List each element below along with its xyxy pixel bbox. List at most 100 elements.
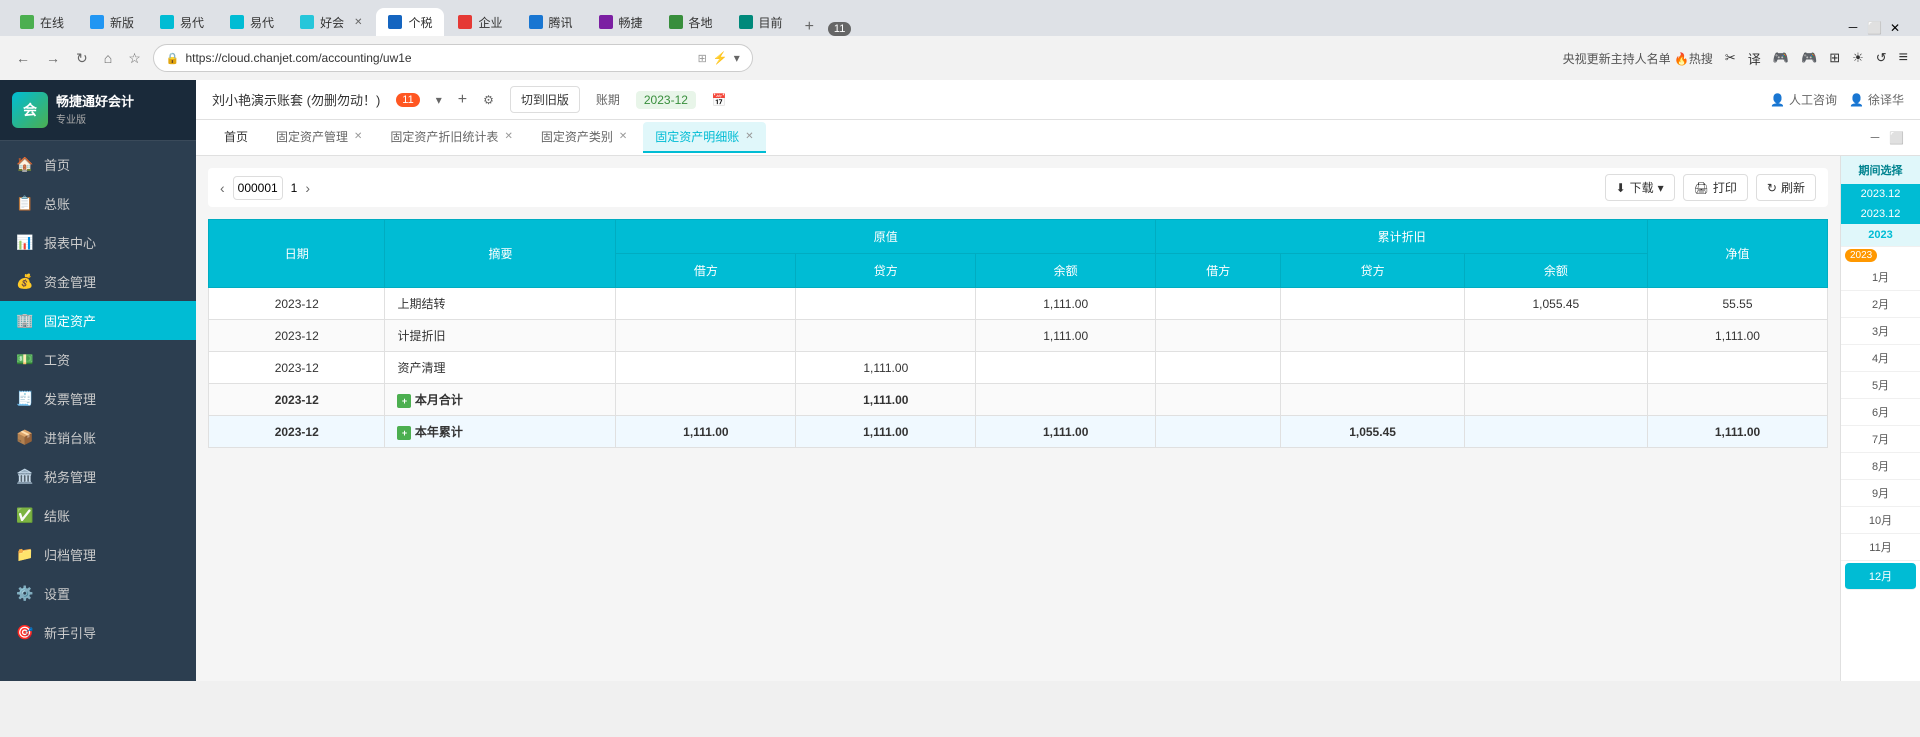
tab-fixed-detail-close-icon[interactable]: ✕ <box>745 131 753 142</box>
browser-tab-qiye[interactable]: 企业 <box>446 8 514 36</box>
address-input[interactable]: 🔒 https://cloud.chanjet.com/accounting/u… <box>153 44 753 72</box>
row-orig-balance <box>976 352 1156 384</box>
home-button[interactable]: ⌂ <box>100 46 116 70</box>
period-selected-2[interactable]: 2023.12 <box>1841 204 1920 224</box>
settings-icon: ⚙️ <box>16 585 34 602</box>
sidebar-item-settings[interactable]: ⚙️ 设置 <box>0 574 196 613</box>
print-label: 打印 <box>1713 179 1737 196</box>
game-icon[interactable]: 🎮 <box>1801 50 1817 66</box>
restore-icon[interactable]: ⬜ <box>1867 21 1882 35</box>
brightness-icon[interactable]: ☀ <box>1852 50 1864 66</box>
sidebar-item-checkout[interactable]: ✅ 结账 <box>0 496 196 535</box>
period-month-9[interactable]: 9月 <box>1841 480 1920 507</box>
new-tab-button[interactable]: + <box>797 18 822 36</box>
period-month-2[interactable]: 2月 <box>1841 291 1920 318</box>
browser-tab-changjie[interactable]: 畅捷 <box>587 8 655 36</box>
back-button[interactable]: ← <box>12 46 34 70</box>
grid-icon[interactable]: ⊞ <box>1829 50 1840 66</box>
dropdown-icon[interactable]: ▾ <box>734 51 740 65</box>
tab-home[interactable]: 首页 <box>212 122 260 153</box>
tab-fixed-cat[interactable]: 固定资产类别 ✕ <box>529 122 639 153</box>
row-orig-balance: 1,111.00 <box>976 288 1156 320</box>
sidebar-item-guide[interactable]: 🎯 新手引导 <box>0 613 196 652</box>
period-month-6[interactable]: 6月 <box>1841 399 1920 426</box>
extension-icon[interactable]: 🎮 <box>1773 50 1789 66</box>
undo-icon[interactable]: ↺ <box>1876 50 1887 66</box>
page-number-input[interactable] <box>233 176 283 200</box>
browser-tab-gedi[interactable]: 各地 <box>657 8 725 36</box>
dropdown-arrow[interactable]: ▾ <box>436 93 442 107</box>
period-month-5[interactable]: 5月 <box>1841 372 1920 399</box>
sidebar-item-invoice[interactable]: 🧾 发票管理 <box>0 379 196 418</box>
minimize-tab-icon[interactable]: － <box>1869 129 1881 146</box>
main-area: 刘小艳演示账套 (勿删勿动！) 11 ▾ + ⚙ 切到旧版 账期 2023-12… <box>196 80 1920 681</box>
add-button[interactable]: + <box>458 91 467 109</box>
period-month-12[interactable]: 12月 <box>1845 563 1916 590</box>
sidebar-item-archive[interactable]: 📁 归档管理 <box>0 535 196 574</box>
col-orig-credit: 贷方 <box>796 254 976 288</box>
tab-fixed-cat-close-icon[interactable]: ✕ <box>619 131 627 142</box>
tab-fixed-dep[interactable]: 固定资产折旧统计表 ✕ <box>378 122 524 153</box>
sidebar-item-ledger[interactable]: 📋 总账 <box>0 184 196 223</box>
row-dep-balance <box>1464 416 1647 448</box>
next-page-button[interactable]: › <box>305 180 310 196</box>
bookmark-button[interactable]: ☆ <box>124 46 145 71</box>
content-area: ‹ 1 › ⬇ 下载 ▾ 🖨 打印 <box>196 156 1920 681</box>
prev-page-button[interactable]: ‹ <box>220 180 225 196</box>
browser-tab-muqian[interactable]: 目前 <box>727 8 795 36</box>
help-button[interactable]: 👤 人工咨询 <box>1770 91 1837 108</box>
sidebar-item-fixed[interactable]: 🏢 固定资产 <box>0 301 196 340</box>
browser-tab-yidai1[interactable]: 易代 <box>148 8 216 36</box>
period-month-4[interactable]: 4月 <box>1841 345 1920 372</box>
reload-button[interactable]: ↻ <box>72 46 92 71</box>
row-icon: + <box>397 394 411 408</box>
sidebar-item-wages[interactable]: 💵 工资 <box>0 340 196 379</box>
logo-text-container: 畅捷通好会计 专业版 <box>56 94 134 126</box>
browser-tab-yidai2[interactable]: 易代 <box>218 8 286 36</box>
browser-tab-geshui[interactable]: 个税 <box>376 8 444 36</box>
tab-label: 易代 <box>250 14 274 31</box>
menu-icon[interactable]: ≡ <box>1899 49 1908 67</box>
tab-label: 易代 <box>180 14 204 31</box>
tab-close-icon[interactable]: ✕ <box>354 17 362 28</box>
period-month-8[interactable]: 8月 <box>1841 453 1920 480</box>
print-button[interactable]: 🖨 打印 <box>1683 174 1748 201</box>
translate-icon[interactable]: 译 <box>1748 49 1761 68</box>
close-icon[interactable]: ✕ <box>1890 21 1900 35</box>
period-month-7[interactable]: 7月 <box>1841 426 1920 453</box>
tab-fixed-detail[interactable]: 固定资产明细账 ✕ <box>643 122 765 153</box>
cut-icon[interactable]: ✂ <box>1725 50 1736 66</box>
tab-label: 畅捷 <box>619 14 643 31</box>
tab-fixed-mgmt-close-icon[interactable]: ✕ <box>354 131 362 142</box>
user-button[interactable]: 👤 徐译华 <box>1849 91 1904 108</box>
download-button[interactable]: ⬇ 下载 ▾ <box>1605 174 1675 201</box>
tab-fixed-dep-close-icon[interactable]: ✕ <box>504 131 512 142</box>
period-month-10[interactable]: 10月 <box>1841 507 1920 534</box>
sidebar-item-reports[interactable]: 📊 报表中心 <box>0 223 196 262</box>
download-dropdown-icon[interactable]: ▾ <box>1658 181 1664 195</box>
sidebar-item-home[interactable]: 🏠 首页 <box>0 145 196 184</box>
sidebar-label-home: 首页 <box>44 155 70 174</box>
browser-tab-new[interactable]: 新版 <box>78 8 146 36</box>
refresh-button[interactable]: ↻ 刷新 <box>1756 174 1816 201</box>
forward-button[interactable]: → <box>42 46 64 70</box>
period-month-3[interactable]: 3月 <box>1841 318 1920 345</box>
browser-tab-haohui[interactable]: 好会 ✕ <box>288 8 374 36</box>
sidebar-item-funds[interactable]: 💰 资金管理 <box>0 262 196 301</box>
switch-version-button[interactable]: 切到旧版 <box>510 86 580 113</box>
calendar-icon[interactable]: 📅 <box>712 93 727 107</box>
browser-tab-tengxun[interactable]: 腾讯 <box>517 8 585 36</box>
period-month-1[interactable]: 1月 <box>1841 264 1920 291</box>
sidebar-item-tax[interactable]: 🏛️ 税务管理 <box>0 457 196 496</box>
period-selected-1[interactable]: 2023.12 <box>1841 184 1920 204</box>
period-month-11[interactable]: 11月 <box>1841 534 1920 561</box>
tab-fixed-mgmt[interactable]: 固定资产管理 ✕ <box>264 122 374 153</box>
tab-fixed-detail-label: 固定资产明细账 <box>655 128 739 145</box>
maximize-tab-icon[interactable]: ⬜ <box>1889 131 1904 145</box>
sidebar-item-purchase[interactable]: 📦 进销台账 <box>0 418 196 457</box>
browser-tab-online[interactable]: 在线 <box>8 8 76 36</box>
minimize-icon[interactable]: － <box>1847 19 1859 36</box>
tab-label: 新版 <box>110 14 134 31</box>
settings-small-icon[interactable]: ⚙ <box>483 93 494 107</box>
sidebar-label-wages: 工资 <box>44 350 70 369</box>
